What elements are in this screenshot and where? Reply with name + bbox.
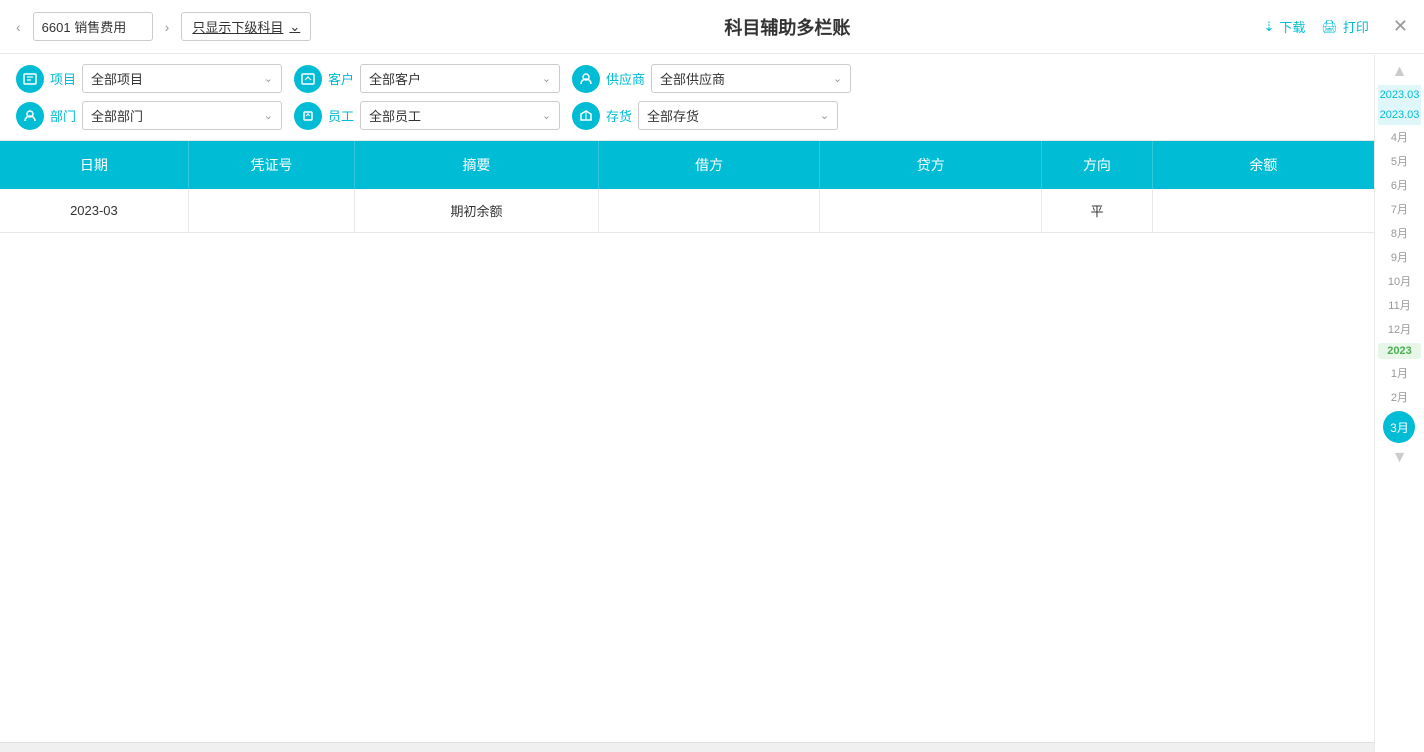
filter-supplier: 供应商 全部供应商 ⌄ — [572, 64, 851, 93]
right-panel-months: 2023.032023.034月5月6月7月8月9月10月11月12月20231… — [1378, 85, 1422, 445]
col-header-date: 日期 — [0, 141, 188, 189]
panel-month-item[interactable]: 2023.03 — [1378, 85, 1422, 105]
department-icon — [16, 102, 44, 130]
table-wrapper[interactable]: 日期 凭证号 摘要 借方 贷方 方向 余额 2023-03 期初余额 平 — [0, 141, 1374, 742]
employee-label: 员工 — [328, 106, 354, 125]
top-bar: ‹ 6601 销售费用 › 只显示下级科目 ⌄ 科目辅助多栏账 ⇣ 下载 🖨 打… — [0, 0, 1424, 54]
col-header-balance: 余额 — [1152, 141, 1374, 189]
print-label: 打印 — [1343, 17, 1369, 36]
data-table: 日期 凭证号 摘要 借方 贷方 方向 余额 2023-03 期初余额 平 — [0, 141, 1374, 233]
col-header-credit: 贷方 — [820, 141, 1042, 189]
panel-down-arrow[interactable]: ▼ — [1388, 445, 1412, 471]
show-sub-label: 只显示下级科目 — [192, 17, 283, 36]
print-icon: 🖨 — [1321, 19, 1338, 35]
table-header-row: 日期 凭证号 摘要 借方 贷方 方向 余额 — [0, 141, 1374, 189]
employee-icon — [294, 102, 322, 130]
show-sub-dropdown[interactable]: 只显示下级科目 ⌄ — [181, 12, 311, 41]
top-actions: ⇣ 下载 🖨 打印 ✕ — [1263, 16, 1408, 37]
panel-month-item[interactable]: 3月 — [1383, 411, 1415, 443]
customer-label: 客户 — [328, 69, 354, 88]
supplier-arrow-icon: ⌄ — [833, 72, 842, 85]
next-arrow[interactable]: › — [165, 19, 170, 35]
filter-row-1: 项目 全部项目 ⌄ 客户 全部客户 ⌄ — [16, 64, 1408, 93]
customer-icon — [294, 65, 322, 93]
inventory-icon — [572, 102, 600, 130]
col-header-voucher: 凭证号 — [188, 141, 354, 189]
panel-month-item[interactable]: 9月 — [1378, 245, 1422, 269]
download-icon: ⇣ — [1263, 19, 1274, 35]
panel-month-item[interactable]: 2023.03 — [1378, 105, 1422, 125]
filter-customer: 客户 全部客户 ⌄ — [294, 64, 560, 93]
panel-month-item[interactable]: 2023 — [1378, 343, 1422, 359]
project-arrow-icon: ⌄ — [264, 72, 273, 85]
inventory-arrow-icon: ⌄ — [820, 109, 829, 122]
customer-value: 全部客户 — [369, 69, 421, 88]
cell-date: 2023-03 — [0, 189, 188, 233]
supplier-label: 供应商 — [606, 69, 645, 88]
account-code-text: 6601 销售费用 — [42, 17, 127, 36]
col-header-debit: 借方 — [598, 141, 820, 189]
account-code-box[interactable]: 6601 销售费用 — [33, 12, 153, 41]
panel-month-item[interactable]: 12月 — [1378, 317, 1422, 341]
employee-value: 全部员工 — [369, 106, 421, 125]
panel-month-item[interactable]: 8月 — [1378, 221, 1422, 245]
filter-project: 项目 全部项目 ⌄ — [16, 64, 282, 93]
project-label: 项目 — [50, 69, 76, 88]
panel-month-item[interactable]: 4月 — [1378, 125, 1422, 149]
cell-balance — [1152, 189, 1374, 233]
right-panel: ▲ 2023.032023.034月5月6月7月8月9月10月11月12月202… — [1374, 55, 1424, 752]
supplier-icon — [572, 65, 600, 93]
panel-month-item[interactable]: 7月 — [1378, 197, 1422, 221]
customer-arrow-icon: ⌄ — [542, 72, 551, 85]
cell-credit — [820, 189, 1042, 233]
panel-month-item[interactable]: 11月 — [1378, 293, 1422, 317]
print-button[interactable]: 🖨 打印 — [1321, 17, 1369, 36]
table-body: 2023-03 期初余额 平 — [0, 189, 1374, 233]
cell-voucher — [188, 189, 354, 233]
panel-month-item[interactable]: 5月 — [1378, 149, 1422, 173]
department-select[interactable]: 全部部门 ⌄ — [82, 101, 282, 130]
department-arrow-icon: ⌄ — [264, 109, 273, 122]
panel-month-item[interactable]: 6月 — [1378, 173, 1422, 197]
inventory-value: 全部存货 — [647, 106, 699, 125]
cell-summary: 期初余额 — [355, 189, 599, 233]
panel-month-item[interactable]: 1月 — [1378, 361, 1422, 385]
supplier-select[interactable]: 全部供应商 ⌄ — [651, 64, 851, 93]
employee-arrow-icon: ⌄ — [542, 109, 551, 122]
panel-up-arrow[interactable]: ▲ — [1388, 59, 1412, 85]
close-button[interactable]: ✕ — [1393, 16, 1408, 37]
department-value: 全部部门 — [91, 106, 143, 125]
bottom-scrollbar[interactable] — [0, 742, 1374, 752]
page-title: 科目辅助多栏账 — [323, 14, 1251, 40]
employee-select[interactable]: 全部员工 ⌄ — [360, 101, 560, 130]
filter-department: 部门 全部部门 ⌄ — [16, 101, 282, 130]
supplier-value: 全部供应商 — [660, 69, 725, 88]
cell-direction: 平 — [1042, 189, 1153, 233]
project-value: 全部项目 — [91, 69, 143, 88]
filter-row-2: 部门 全部部门 ⌄ 员工 全部员工 ⌄ — [16, 101, 1408, 130]
show-sub-arrow-icon: ⌄ — [289, 19, 300, 35]
prev-arrow[interactable]: ‹ — [16, 19, 21, 35]
col-header-summary: 摘要 — [355, 141, 599, 189]
filter-employee: 员工 全部员工 ⌄ — [294, 101, 560, 130]
download-button[interactable]: ⇣ 下载 — [1263, 17, 1305, 36]
panel-month-item[interactable]: 2月 — [1378, 385, 1422, 409]
download-label: 下载 — [1279, 17, 1305, 36]
customer-select[interactable]: 全部客户 ⌄ — [360, 64, 560, 93]
inventory-select[interactable]: 全部存货 ⌄ — [638, 101, 838, 130]
filter-inventory: 存货 全部存货 ⌄ — [572, 101, 838, 130]
department-label: 部门 — [50, 106, 76, 125]
panel-month-item[interactable]: 10月 — [1378, 269, 1422, 293]
project-icon — [16, 65, 44, 93]
main-container: ‹ 6601 销售费用 › 只显示下级科目 ⌄ 科目辅助多栏账 ⇣ 下载 🖨 打… — [0, 0, 1424, 752]
col-header-direction: 方向 — [1042, 141, 1153, 189]
filter-area: 项目 全部项目 ⌄ 客户 全部客户 ⌄ — [0, 54, 1424, 141]
inventory-label: 存货 — [606, 106, 632, 125]
cell-debit — [598, 189, 820, 233]
project-select[interactable]: 全部项目 ⌄ — [82, 64, 282, 93]
table-row: 2023-03 期初余额 平 — [0, 189, 1374, 233]
